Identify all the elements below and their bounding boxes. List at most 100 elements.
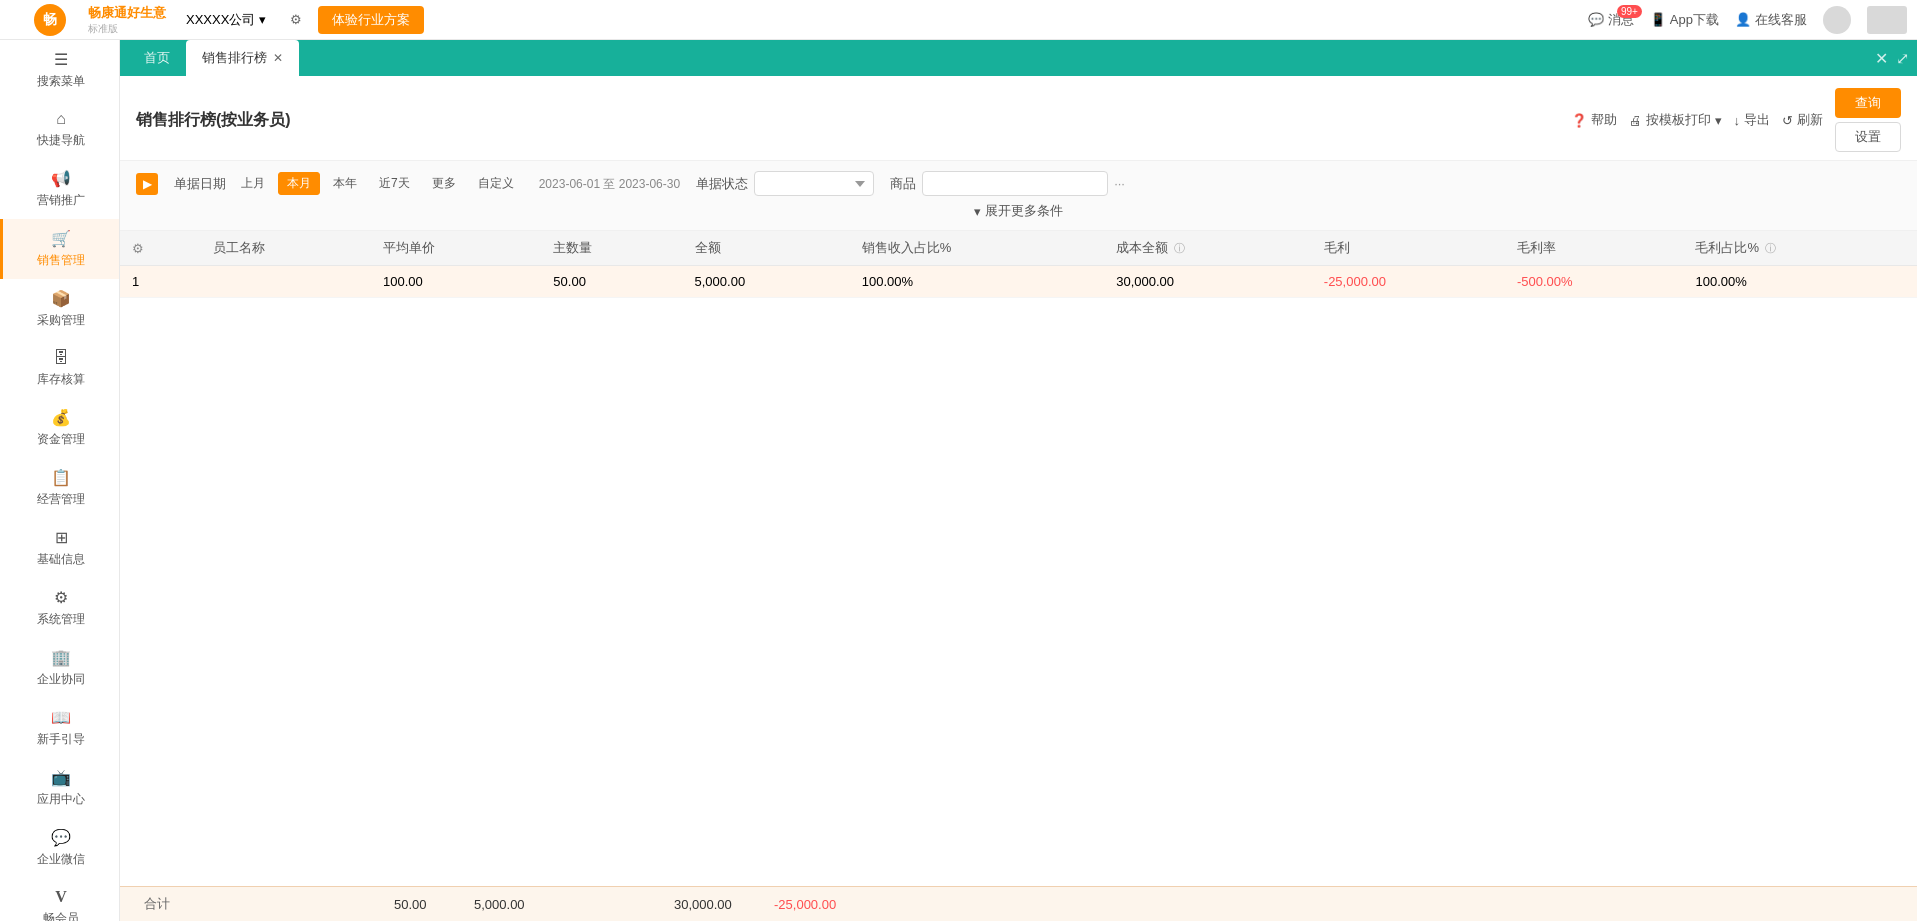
goods-filter-label: 商品 (890, 175, 916, 193)
app-download-label: App下载 (1670, 11, 1719, 29)
sales-rank-tab-label: 销售排行榜 (202, 49, 267, 67)
export-button[interactable]: ↓ 导出 (1734, 111, 1771, 129)
user-name-display (1867, 6, 1907, 34)
expand-conditions-button[interactable]: ▾ 展开更多条件 (974, 202, 1063, 220)
message-icon: 💬 (1588, 12, 1604, 27)
table-row: 1100.0050.005,000.00100.00%30,000.00-25,… (120, 266, 1917, 298)
tab-home[interactable]: 首页 (128, 40, 186, 76)
guide-icon: 📖 (51, 708, 71, 727)
online-service-label: 在线客服 (1755, 11, 1807, 29)
th-amount: 全额 (683, 231, 850, 266)
td-rank: 1 (120, 266, 201, 298)
query-button[interactable]: 查询 (1835, 88, 1901, 118)
sidebar-item-sales[interactable]: 🛒 销售管理 (0, 219, 119, 279)
enterprise-icon: 🏢 (51, 648, 71, 667)
filter-area: ▶ 单据日期 上月 本月 本年 近7天 更多 自定义 2023-0 (120, 161, 1917, 231)
expand-row: ▾ 展开更多条件 (136, 196, 1901, 220)
date-range-display: 2023-06-01 至 2023-06-30 (539, 176, 680, 193)
settings-button[interactable]: 设置 (1835, 122, 1901, 152)
member-icon: V (55, 888, 67, 906)
logo-icon: 畅 (34, 4, 66, 36)
table-header-row: ⚙ 员工名称 平均单价 主数量 全额 销售收入占比% 成本全额 ⓘ 毛利 毛利率 (120, 231, 1917, 266)
sidebar-item-marketing[interactable]: 📢 营销推广 (0, 159, 119, 219)
date-btn-this-month[interactable]: 本月 (278, 172, 320, 195)
app-logo: 畅 (10, 4, 90, 36)
date-btn-custom[interactable]: 自定义 (469, 172, 523, 195)
sidebar-item-guide[interactable]: 📖 新手引导 (0, 698, 119, 758)
td-gross-pct: 100.00% (1683, 266, 1917, 298)
column-settings-icon[interactable]: ⚙ (132, 241, 144, 256)
company-selector[interactable]: XXXXX公司 ▾ (178, 7, 274, 33)
tab-close-all-icon[interactable]: ✕ (1875, 49, 1888, 68)
td-sales-pct: 100.00% (850, 266, 1105, 298)
th-cost-amount: 成本全额 ⓘ (1104, 231, 1312, 266)
header-right: 💬 消息 99+ 📱 App下载 👤 在线客服 (1588, 6, 1907, 34)
refresh-icon: ↺ (1782, 113, 1793, 128)
td-main-qty: 50.00 (541, 266, 682, 298)
sidebar-item-wechat[interactable]: 💬 企业微信 (0, 818, 119, 878)
cost-amount-info-icon[interactable]: ⓘ (1174, 242, 1185, 254)
sales-icon: 🛒 (51, 229, 71, 248)
refresh-button[interactable]: ↺ 刷新 (1782, 111, 1823, 129)
online-service-button[interactable]: 👤 在线客服 (1735, 11, 1807, 29)
th-gross: 毛利 (1312, 231, 1505, 266)
tab-close-icon[interactable]: ✕ (273, 51, 283, 65)
try-industry-button[interactable]: 体验行业方案 (318, 6, 424, 34)
finance-icon: 💰 (51, 408, 71, 427)
tab-sales-rank[interactable]: 销售排行榜 ✕ (186, 40, 299, 76)
sidebar-item-operations[interactable]: 📋 经营管理 (0, 458, 119, 518)
date-btn-7days[interactable]: 近7天 (370, 172, 419, 195)
gross-pct-info-icon[interactable]: ⓘ (1765, 242, 1776, 254)
main-layout: ☰ 搜索菜单 ⌂ 快捷导航 📢 营销推广 🛒 销售管理 📦 采购管理 🗄 库存核… (0, 40, 1917, 921)
td-avg-price: 100.00 (371, 266, 541, 298)
td-employee (201, 266, 371, 298)
sidebar-item-enterprise[interactable]: 🏢 企业协同 (0, 638, 119, 698)
page-actions: ❓ 帮助 🖨 按模板打印 ▾ ↓ 导出 ↺ 刷新 (1571, 88, 1902, 152)
expand-icon: ▾ (974, 204, 981, 219)
help-icon: ❓ (1571, 113, 1587, 128)
date-btn-this-year[interactable]: 本年 (324, 172, 366, 195)
footer-cost-amount: 30,000.00 (662, 897, 762, 912)
template-print-button[interactable]: 🖨 按模板打印 ▾ (1629, 111, 1722, 129)
sidebar-item-quicknav[interactable]: ⌂ 快捷导航 (0, 100, 119, 159)
th-employee: 员工名称 (201, 231, 371, 266)
page-content: 销售排行榜(按业务员) ❓ 帮助 🖨 按模板打印 ▾ ↓ 导出 (120, 76, 1917, 921)
td-gross-rate: -500.00% (1505, 266, 1684, 298)
message-button[interactable]: 💬 消息 99+ (1588, 11, 1634, 29)
apps-icon: 📺 (51, 768, 71, 787)
status-filter-select[interactable] (754, 171, 874, 196)
sidebar-item-finance[interactable]: 💰 资金管理 (0, 398, 119, 458)
tab-bar-actions: ✕ ⤢ (1875, 49, 1909, 68)
sidebar-item-purchase[interactable]: 📦 采购管理 (0, 279, 119, 339)
marketing-icon: 📢 (51, 169, 71, 188)
sidebar-item-inventory[interactable]: 🗄 库存核算 (0, 339, 119, 398)
message-badge: 99+ (1617, 5, 1642, 18)
th-settings[interactable]: ⚙ (120, 231, 201, 266)
wechat-icon: 💬 (51, 828, 71, 847)
tab-bar: 首页 销售排行榜 ✕ ✕ ⤢ (120, 40, 1917, 76)
status-filter-group: 单据状态 (696, 171, 874, 196)
avatar[interactable] (1823, 6, 1851, 34)
sidebar-item-member[interactable]: V 畅会员 (0, 878, 119, 921)
goods-filter-input[interactable] (922, 171, 1108, 196)
data-table: ⚙ 员工名称 平均单价 主数量 全额 销售收入占比% 成本全额 ⓘ 毛利 毛利率 (120, 231, 1917, 298)
app-download-button[interactable]: 📱 App下载 (1650, 11, 1719, 29)
footer-main-qty: 50.00 (382, 897, 462, 912)
help-button[interactable]: ❓ 帮助 (1571, 111, 1617, 129)
sidebar-item-basics[interactable]: ⊞ 基础信息 (0, 518, 119, 578)
goods-filter-group: 商品 ··· (890, 171, 1125, 196)
sidebar-item-system[interactable]: ⚙ 系统管理 (0, 578, 119, 638)
top-settings-button[interactable]: ⚙ (282, 6, 310, 34)
filter-toggle-button[interactable]: ▶ (136, 173, 158, 195)
td-gross: -25,000.00 (1312, 266, 1505, 298)
goods-filter-more[interactable]: ··· (1114, 176, 1125, 191)
tab-maximize-icon[interactable]: ⤢ (1896, 49, 1909, 68)
filter-row: ▶ 单据日期 上月 本月 本年 近7天 更多 自定义 2023-0 (136, 171, 1901, 196)
sidebar-item-search[interactable]: ☰ 搜索菜单 (0, 40, 119, 100)
sidebar-item-apps[interactable]: 📺 应用中心 (0, 758, 119, 818)
basics-icon: ⊞ (55, 528, 68, 547)
table-wrapper: ⚙ 员工名称 平均单价 主数量 全额 销售收入占比% 成本全额 ⓘ 毛利 毛利率 (120, 231, 1917, 886)
date-btn-prev-month[interactable]: 上月 (232, 172, 274, 195)
footer-label: 合计 (132, 895, 182, 913)
date-btn-more[interactable]: 更多 (423, 172, 465, 195)
